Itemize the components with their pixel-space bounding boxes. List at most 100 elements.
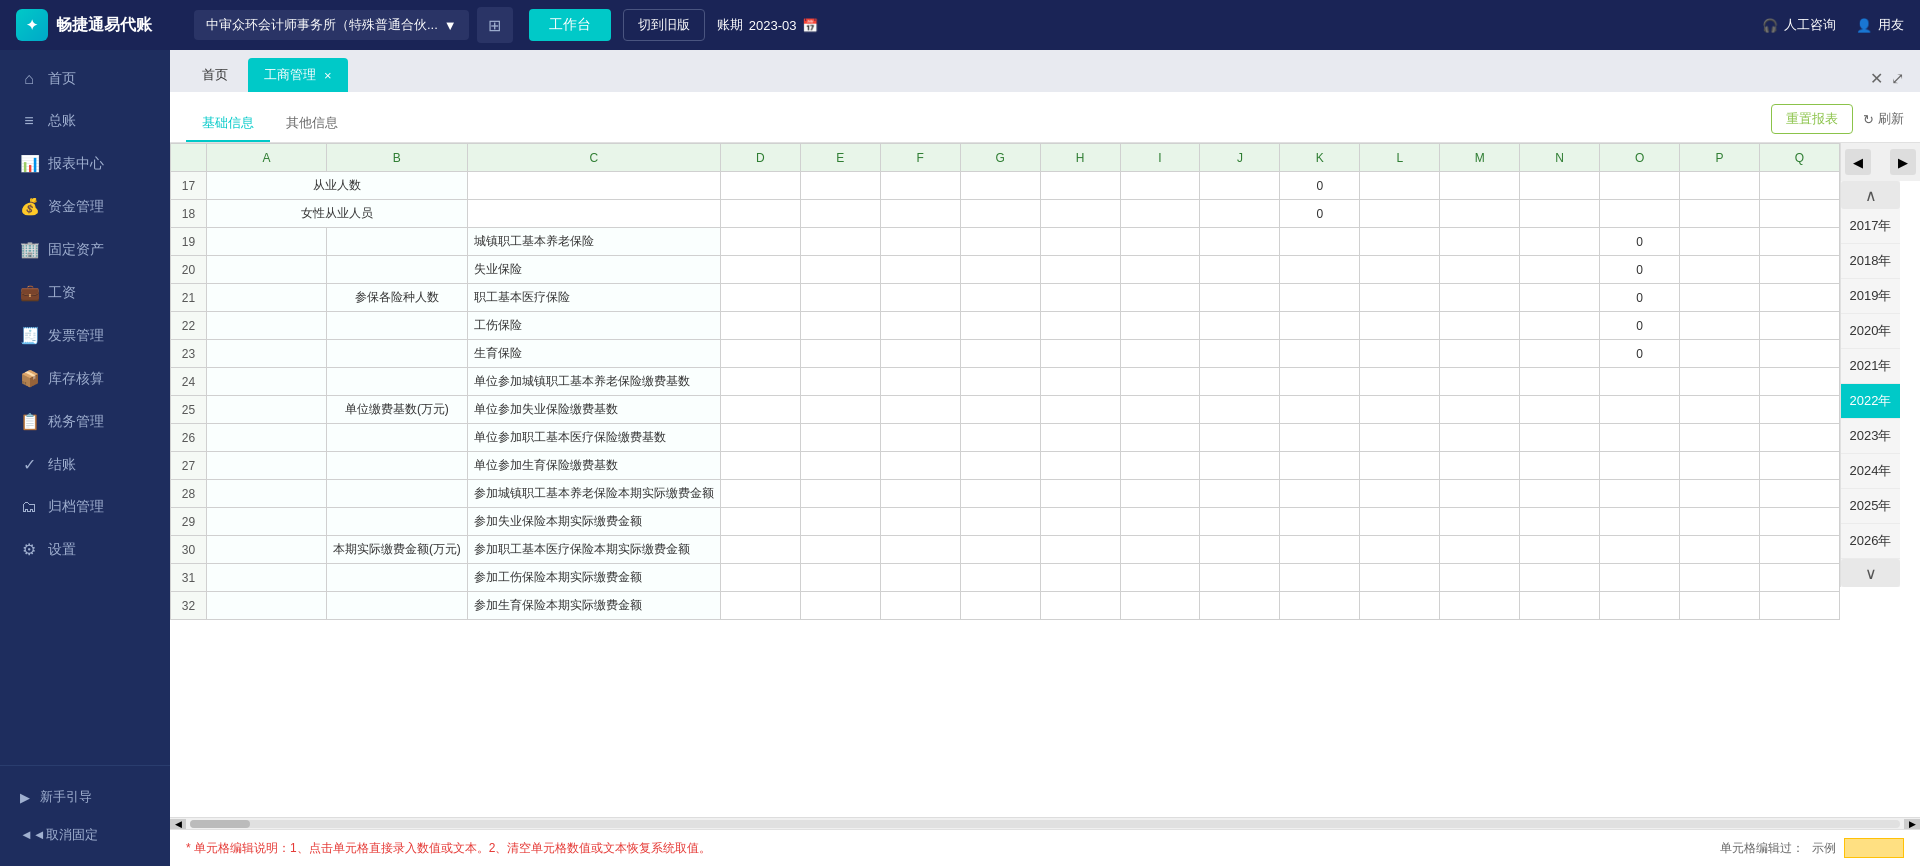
cell-30-q[interactable] [1759,536,1839,564]
cell-25-p[interactable] [1680,396,1760,424]
cell-27-q[interactable] [1759,452,1839,480]
cell-21-d[interactable] [720,284,800,312]
cell-24-f[interactable] [880,368,960,396]
close-panel-button[interactable]: ✕ [1870,69,1883,88]
sidebar-item-reports[interactable]: 📊 报表中心 [0,142,170,185]
cell-31-f[interactable] [880,564,960,592]
cell-20-d[interactable] [720,256,800,284]
year-scroll-down-button[interactable]: ∨ [1841,559,1900,587]
cell-32-l[interactable] [1360,592,1440,620]
cell-27-n[interactable] [1520,452,1600,480]
year-item-2018[interactable]: 2018年 [1841,244,1900,279]
cell-25-e[interactable] [800,396,880,424]
cell-22-d[interactable] [720,312,800,340]
cell-23-f[interactable] [880,340,960,368]
cell-19-i[interactable] [1120,228,1200,256]
old-version-button[interactable]: 切到旧版 [623,9,705,41]
cell-22-q[interactable] [1759,312,1839,340]
reset-report-button[interactable]: 重置报表 [1771,104,1853,134]
cell-21-g[interactable] [960,284,1040,312]
cell-30-g[interactable] [960,536,1040,564]
cell-28-e[interactable] [800,480,880,508]
cell-23-i[interactable] [1120,340,1200,368]
cell-26-q[interactable] [1759,424,1839,452]
cell-29-g[interactable] [960,508,1040,536]
cell-24-g[interactable] [960,368,1040,396]
cell-30-e[interactable] [800,536,880,564]
cell-25-a[interactable] [206,396,326,424]
cell-31-q[interactable] [1759,564,1839,592]
cell-22-j[interactable] [1200,312,1280,340]
cell-27-e[interactable] [800,452,880,480]
cell-22-a[interactable] [206,312,326,340]
cell-20-c[interactable]: 失业保险 [467,256,720,284]
cell-23-e[interactable] [800,340,880,368]
cell-18-d[interactable] [720,200,800,228]
year-item-2023[interactable]: 2023年 [1841,419,1900,454]
cell-23-h[interactable] [1040,340,1120,368]
cell-24-e[interactable] [800,368,880,396]
cell-17-n[interactable] [1520,172,1600,200]
cell-24-l[interactable] [1360,368,1440,396]
cell-19-g[interactable] [960,228,1040,256]
cell-20-n[interactable] [1520,256,1600,284]
cell-19-l[interactable] [1360,228,1440,256]
cell-30-c[interactable]: 参加职工基本医疗保险本期实际缴费金额 [467,536,720,564]
cell-24-a[interactable] [206,368,326,396]
cell-31-a[interactable] [206,564,326,592]
cell-24-n[interactable] [1520,368,1600,396]
cell-20-j[interactable] [1200,256,1280,284]
cell-22-f[interactable] [880,312,960,340]
sidebar-item-assets[interactable]: 🏢 固定资产 [0,228,170,271]
cell-28-j[interactable] [1200,480,1280,508]
cell-17-a[interactable]: 从业人数 [206,172,467,200]
cell-19-d[interactable] [720,228,800,256]
cell-31-b[interactable] [326,564,467,592]
cell-18-k[interactable]: 0 [1280,200,1360,228]
cell-28-m[interactable] [1440,480,1520,508]
cell-30-d[interactable] [720,536,800,564]
sidebar-item-settings[interactable]: ⚙ 设置 [0,528,170,571]
cell-24-i[interactable] [1120,368,1200,396]
cell-20-f[interactable] [880,256,960,284]
sidebar-item-inventory[interactable]: 📦 库存核算 [0,357,170,400]
expand-panel-button[interactable]: ⤢ [1891,69,1904,88]
cell-32-o[interactable] [1600,592,1680,620]
cell-30-l[interactable] [1360,536,1440,564]
cell-28-o[interactable] [1600,480,1680,508]
cell-29-b[interactable] [326,508,467,536]
cell-20-i[interactable] [1120,256,1200,284]
cell-26-k[interactable] [1280,424,1360,452]
cell-17-m[interactable] [1440,172,1520,200]
cell-26-j[interactable] [1200,424,1280,452]
cell-25-b[interactable]: 单位缴费基数(万元) [326,396,467,424]
tab-home[interactable]: 首页 [186,58,244,92]
cell-19-e[interactable] [800,228,880,256]
horizontal-scrollbar[interactable]: ◀ ▶ [170,817,1920,829]
cell-26-c[interactable]: 单位参加职工基本医疗保险缴费基数 [467,424,720,452]
cell-18-n[interactable] [1520,200,1600,228]
cell-22-i[interactable] [1120,312,1200,340]
cell-29-l[interactable] [1360,508,1440,536]
cell-32-i[interactable] [1120,592,1200,620]
cell-17-g[interactable] [960,172,1040,200]
cell-28-a[interactable] [206,480,326,508]
year-item-2021[interactable]: 2021年 [1841,349,1900,384]
cell-29-e[interactable] [800,508,880,536]
cell-27-i[interactable] [1120,452,1200,480]
cell-32-p[interactable] [1680,592,1760,620]
cell-23-c[interactable]: 生育保险 [467,340,720,368]
cell-21-l[interactable] [1360,284,1440,312]
cell-29-h[interactable] [1040,508,1120,536]
cell-23-j[interactable] [1200,340,1280,368]
cell-32-m[interactable] [1440,592,1520,620]
cell-30-o[interactable] [1600,536,1680,564]
cell-29-q[interactable] [1759,508,1839,536]
cell-25-l[interactable] [1360,396,1440,424]
cell-28-q[interactable] [1759,480,1839,508]
cell-27-g[interactable] [960,452,1040,480]
cell-21-k[interactable] [1280,284,1360,312]
cell-25-g[interactable] [960,396,1040,424]
cell-31-n[interactable] [1520,564,1600,592]
cancel-fix-button[interactable]: ◄◄取消固定 [0,816,170,854]
